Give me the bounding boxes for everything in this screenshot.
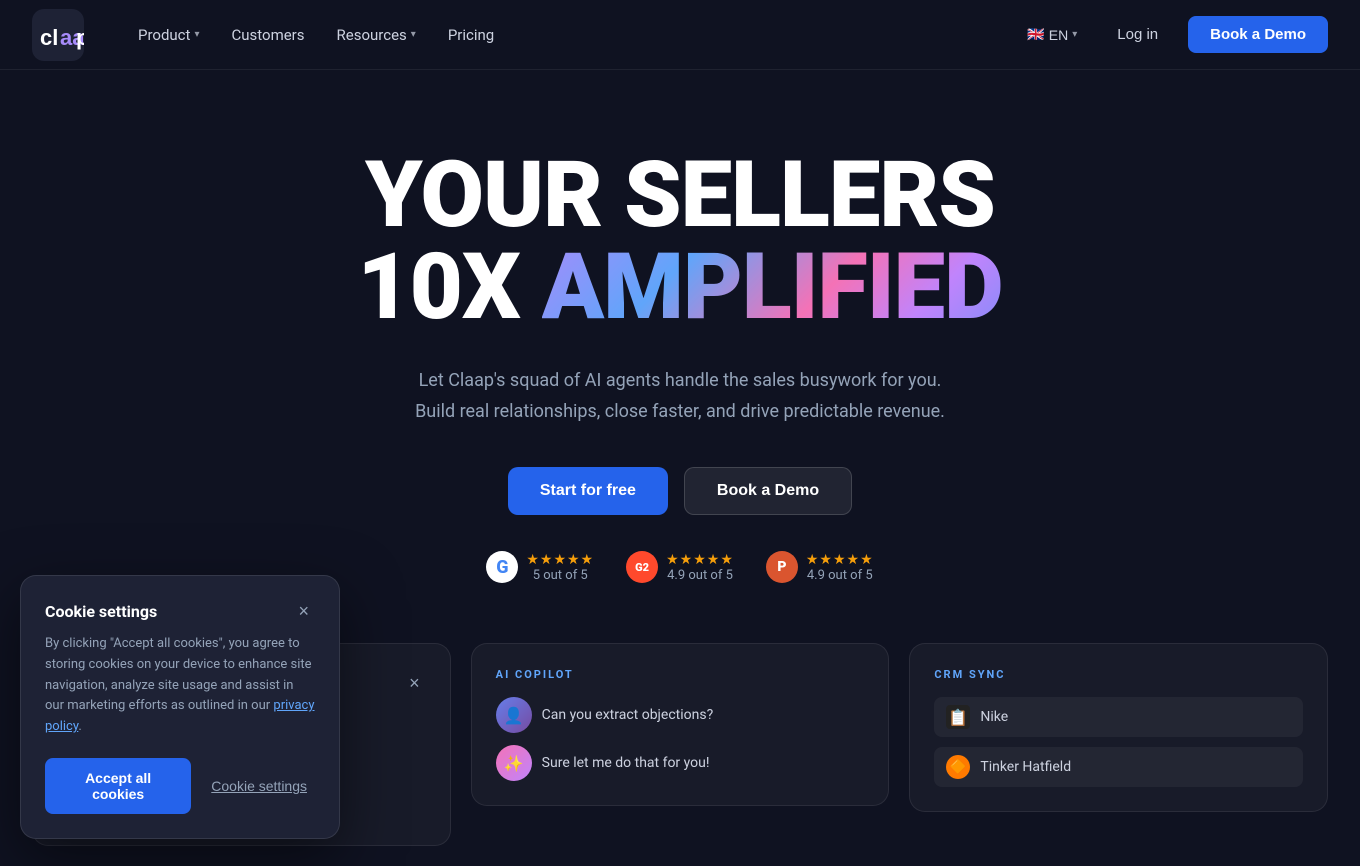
- producthunt-score: 4.9 out of 5: [806, 568, 874, 583]
- avatar: ✨: [496, 745, 532, 781]
- hero-title-line2: 10X AMPLIFIED: [357, 242, 1002, 334]
- hero-title: YOUR SELLERS 10X AMPLIFIED: [357, 150, 1002, 334]
- cookie-close-button[interactable]: ×: [292, 600, 315, 622]
- hubspot-icon: 🔶: [946, 755, 970, 779]
- chat-message: 👤 Can you extract objections?: [496, 697, 865, 733]
- producthunt-stars: ★★★★★: [806, 552, 874, 568]
- chevron-down-icon: ▾: [1072, 29, 1077, 40]
- cookie-title: Cookie settings: [45, 602, 157, 621]
- nav-customers[interactable]: Customers: [217, 18, 318, 52]
- hero-title-line1: YOUR SELLERS: [357, 150, 1002, 242]
- nav-pricing[interactable]: Pricing: [434, 18, 508, 52]
- svg-text:cl: cl: [40, 25, 58, 50]
- g2-logo: G2: [626, 551, 658, 583]
- crm-sync-card: CRM SYNC 📋 Nike 🔶 Tinker Hatfield: [909, 643, 1328, 812]
- cookie-settings-button[interactable]: Cookie settings: [203, 758, 315, 814]
- cookie-header: Cookie settings ×: [45, 600, 315, 622]
- ai-copilot-card: AI COPILOT 👤 Can you extract objections?…: [471, 643, 890, 806]
- language-selector[interactable]: 🇬🇧 EN ▾: [1017, 20, 1087, 49]
- logo[interactable]: cl aa p: [32, 9, 84, 61]
- nav-links: Product ▾ Customers Resources ▾ Pricing: [124, 18, 1017, 52]
- chat-message: ✨ Sure let me do that for you!: [496, 745, 865, 781]
- flag-icon: 🇬🇧: [1027, 26, 1044, 43]
- google-rating: G ★★★★★ 5 out of 5: [486, 551, 594, 583]
- hero-title-10x: 10X: [357, 234, 519, 341]
- chat-messages: 👤 Can you extract objections? ✨ Sure let…: [496, 697, 865, 781]
- google-stars: ★★★★★: [526, 552, 594, 568]
- accept-cookies-button[interactable]: Accept all cookies: [45, 758, 191, 814]
- crm-items-list: 📋 Nike 🔶 Tinker Hatfield: [934, 697, 1303, 787]
- start-free-button[interactable]: Start for free: [508, 467, 668, 515]
- g2-score: 4.9 out of 5: [666, 568, 734, 583]
- book-demo-hero-button[interactable]: Book a Demo: [684, 467, 852, 515]
- ratings-section: G ★★★★★ 5 out of 5 G2 ★★★★★ 4.9 out of 5…: [486, 551, 873, 583]
- book-demo-nav-button[interactable]: Book a Demo: [1188, 16, 1328, 53]
- ai-copilot-title: AI COPILOT: [496, 668, 865, 681]
- hero-buttons: Start for free Book a Demo: [508, 467, 852, 515]
- producthunt-rating: P ★★★★★ 4.9 out of 5: [766, 551, 874, 583]
- nav-right: 🇬🇧 EN ▾ Log in Book a Demo: [1017, 16, 1328, 53]
- cookie-body-text: By clicking "Accept all cookies", you ag…: [45, 634, 315, 738]
- login-button[interactable]: Log in: [1103, 18, 1172, 51]
- cookie-actions: Accept all cookies Cookie settings: [45, 758, 315, 814]
- google-score: 5 out of 5: [526, 568, 594, 583]
- google-logo: G: [486, 551, 518, 583]
- hero-title-amplified: AMPLIFIED: [542, 234, 1003, 341]
- g2-rating: G2 ★★★★★ 4.9 out of 5: [626, 551, 734, 583]
- producthunt-logo: P: [766, 551, 798, 583]
- avatar: 👤: [496, 697, 532, 733]
- hero-section: YOUR SELLERS 10X AMPLIFIED Let Claap's s…: [0, 70, 1360, 623]
- notion-icon: 📋: [946, 705, 970, 729]
- hero-subtitle: Let Claap's squad of AI agents handle th…: [415, 366, 945, 427]
- nav-resources[interactable]: Resources ▾: [323, 18, 430, 52]
- svg-text:p: p: [76, 25, 84, 50]
- g2-stars: ★★★★★: [666, 552, 734, 568]
- nav-product[interactable]: Product ▾: [124, 18, 213, 52]
- list-item: 🔶 Tinker Hatfield: [934, 747, 1303, 787]
- crm-sync-title: CRM SYNC: [934, 668, 1303, 681]
- chevron-down-icon: ▾: [411, 29, 416, 40]
- list-item: 📋 Nike: [934, 697, 1303, 737]
- navbar: cl aa p Product ▾ Customers Resources ▾ …: [0, 0, 1360, 70]
- note-templates-close[interactable]: ×: [403, 672, 426, 694]
- chevron-down-icon: ▾: [194, 29, 199, 40]
- cookie-banner: Cookie settings × By clicking "Accept al…: [20, 575, 340, 839]
- lang-label: EN: [1049, 27, 1068, 43]
